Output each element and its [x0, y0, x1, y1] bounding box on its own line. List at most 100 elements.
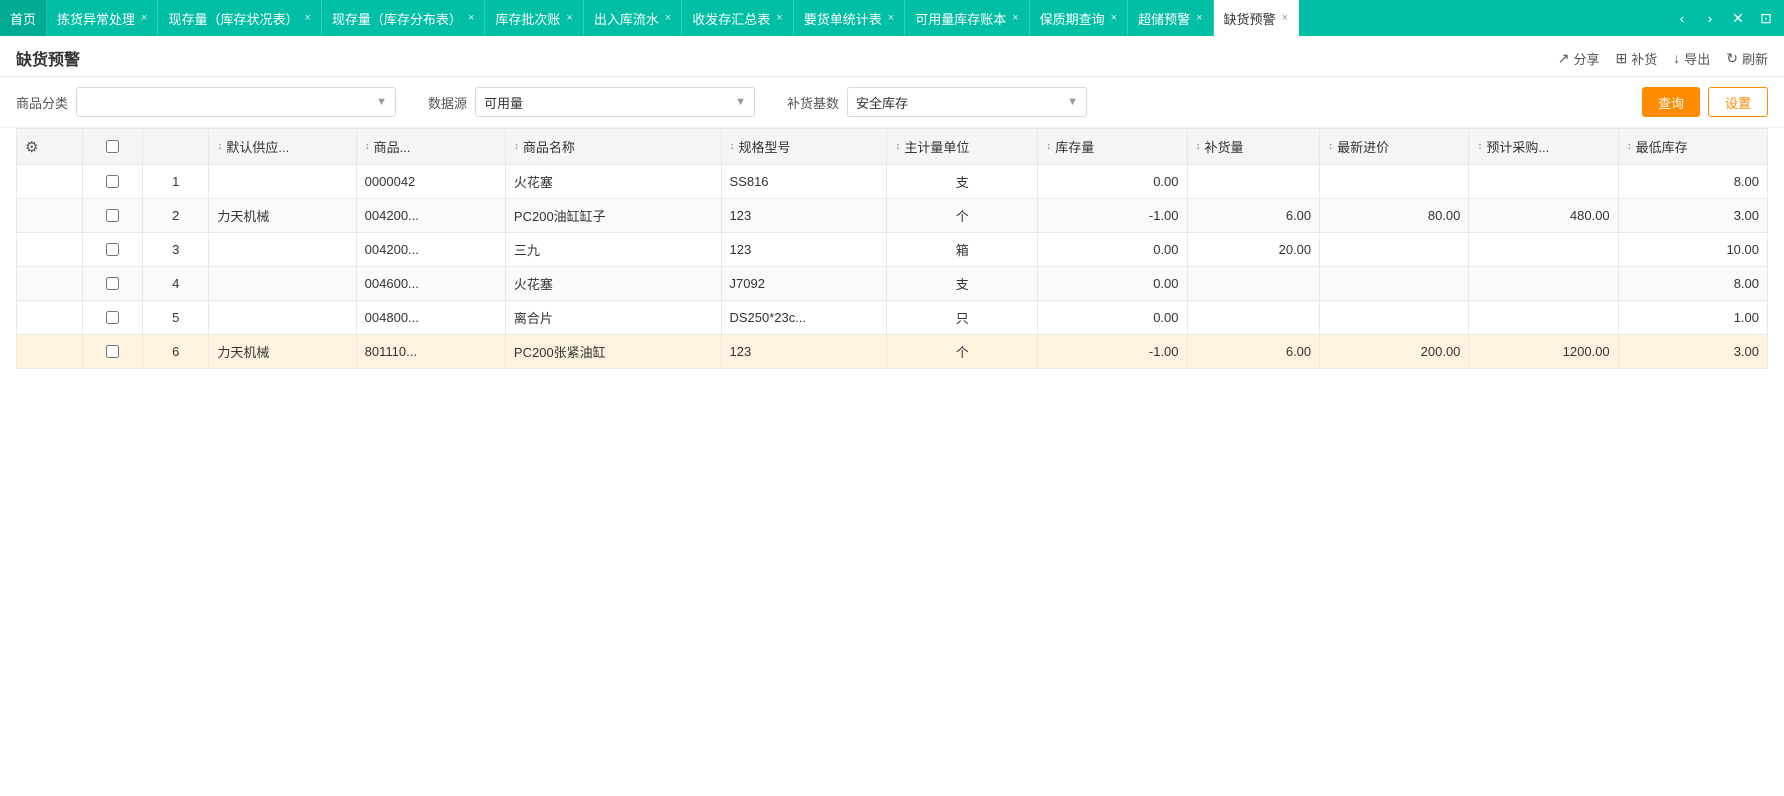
- col-header-min-stock[interactable]: ↕ 最低库存: [1618, 129, 1767, 165]
- refresh-label: 刷新: [1742, 49, 1768, 68]
- nav-tab-home[interactable]: 首页: [0, 0, 47, 36]
- nav-tab-stock1[interactable]: 现存量（库存状况表） ×: [158, 0, 321, 36]
- page-container: 缺货预警 ↗ 分享 ⊞ 补货 ↓ 导出 ↻ 刷新 商品分类: [0, 36, 1784, 796]
- col-header-name[interactable]: ↕ 商品名称: [505, 129, 721, 165]
- table-row: 1 0000042 火花塞 SS816 支 0.00 8.00: [17, 165, 1768, 199]
- col-header-unit[interactable]: ↕ 主计量单位: [887, 129, 1038, 165]
- nav-tab-available-label: 可用量库存账本: [915, 9, 1006, 28]
- row-latest-price-2: [1320, 233, 1469, 267]
- nav-tab-available[interactable]: 可用量库存账本 ×: [905, 0, 1029, 36]
- nav-tab-shortage-close[interactable]: ×: [1282, 12, 1288, 24]
- row-settings-cell: [17, 165, 83, 199]
- datasource-filter-label: 数据源: [428, 93, 467, 112]
- col-header-stock[interactable]: ↕ 库存量: [1038, 129, 1187, 165]
- row-stock-3: 0.00: [1038, 267, 1187, 301]
- row-est-purchase-3: [1469, 267, 1618, 301]
- nav-tab-picking-label: 拣货异常处理: [57, 9, 135, 28]
- row-replenish-0: [1187, 165, 1320, 199]
- col-latest-price-label: 最新进价: [1337, 137, 1389, 156]
- row-latest-price-4: [1320, 301, 1469, 335]
- export-button[interactable]: ↓ 导出: [1673, 49, 1710, 68]
- export-icon: ↓: [1673, 50, 1680, 66]
- col-header-code[interactable]: ↕ 商品...: [356, 129, 505, 165]
- row-check-cell: [83, 301, 143, 335]
- row-code-4: 004800...: [356, 301, 505, 335]
- nav-tab-overstock-label: 超储预警: [1138, 9, 1190, 28]
- table-body: 1 0000042 火花塞 SS816 支 0.00 8.00 2 力天机械 0…: [17, 165, 1768, 369]
- nav-tab-expiry[interactable]: 保质期查询 ×: [1030, 0, 1128, 36]
- nav-tab-overstock-close[interactable]: ×: [1196, 12, 1202, 24]
- nav-tab-overstock[interactable]: 超储预警 ×: [1128, 0, 1213, 36]
- sort-replenish-icon: ↕: [1196, 141, 1201, 152]
- nav-tab-picking-close[interactable]: ×: [141, 12, 147, 24]
- replenish-base-select[interactable]: 安全库存 ▼: [847, 87, 1087, 117]
- nav-tab-flow[interactable]: 出入库流水 ×: [584, 0, 682, 36]
- refresh-icon: ↻: [1726, 50, 1738, 67]
- refresh-button[interactable]: ↻ 刷新: [1726, 49, 1768, 68]
- table-settings-icon[interactable]: ⚙: [25, 139, 38, 156]
- settings-button[interactable]: 设置: [1708, 87, 1768, 117]
- row-min-stock-0: 8.00: [1618, 165, 1767, 199]
- row-min-stock-1: 3.00: [1618, 199, 1767, 233]
- col-header-replenish[interactable]: ↕ 补货量: [1187, 129, 1320, 165]
- row-check-cell: [83, 267, 143, 301]
- nav-tab-summary[interactable]: 收发存汇总表 ×: [682, 0, 793, 36]
- top-navigation: 首页 拣货异常处理 × 现存量（库存状况表） × 现存量（库存分布表） × 库存…: [0, 0, 1784, 36]
- row-checkbox-4[interactable]: [106, 311, 119, 324]
- nav-tab-stock2[interactable]: 现存量（库存分布表） ×: [322, 0, 485, 36]
- row-checkbox-2[interactable]: [106, 243, 119, 256]
- sort-supplier-icon: ↕: [217, 141, 222, 152]
- row-code-1: 004200...: [356, 199, 505, 233]
- row-supplier-1: 力天机械: [209, 199, 356, 233]
- col-header-supplier[interactable]: ↕ 默认供应...: [209, 129, 356, 165]
- nav-tab-stock1-close[interactable]: ×: [304, 12, 310, 24]
- category-select[interactable]: ▼: [76, 87, 396, 117]
- row-settings-cell: [17, 199, 83, 233]
- col-name-label: 商品名称: [523, 137, 575, 156]
- share-button[interactable]: ↗ 分享: [1558, 49, 1600, 68]
- nav-tab-stock2-close[interactable]: ×: [468, 12, 474, 24]
- nav-tab-expiry-close[interactable]: ×: [1111, 12, 1117, 24]
- row-supplier-2: [209, 233, 356, 267]
- row-checkbox-1[interactable]: [106, 209, 119, 222]
- row-checkbox-5[interactable]: [106, 345, 119, 358]
- row-name-3: 火花塞: [505, 267, 721, 301]
- row-name-4: 离合片: [505, 301, 721, 335]
- replenish-base-filter-group: 补货基数 安全库存 ▼: [787, 87, 1087, 117]
- table-header-row: ⚙ ↕ 默认供应...: [17, 129, 1768, 165]
- row-settings-cell: [17, 335, 83, 369]
- nav-fullscreen-button[interactable]: ⊡: [1752, 4, 1780, 32]
- nav-prev-button[interactable]: ‹: [1668, 4, 1696, 32]
- col-header-latest-price[interactable]: ↕ 最新进价: [1320, 129, 1469, 165]
- replenish-button[interactable]: ⊞ 补货: [1615, 49, 1657, 68]
- col-header-spec[interactable]: ↕ 规格型号: [721, 129, 887, 165]
- nav-tab-order-stat[interactable]: 要货单统计表 ×: [794, 0, 905, 36]
- row-checkbox-3[interactable]: [106, 277, 119, 290]
- nav-tab-flow-close[interactable]: ×: [665, 12, 671, 24]
- nav-tab-order-stat-close[interactable]: ×: [888, 12, 894, 24]
- row-latest-price-0: [1320, 165, 1469, 199]
- query-button[interactable]: 查询: [1642, 87, 1700, 117]
- nav-next-button[interactable]: ›: [1696, 4, 1724, 32]
- col-stock-label: 库存量: [1055, 137, 1094, 156]
- nav-tab-stock1-label: 现存量（库存状况表）: [168, 9, 298, 28]
- nav-tab-available-close[interactable]: ×: [1012, 12, 1018, 24]
- row-index-5: 6: [143, 335, 209, 369]
- nav-close-button[interactable]: ✕: [1724, 4, 1752, 32]
- row-check-cell: [83, 199, 143, 233]
- row-check-cell: [83, 335, 143, 369]
- nav-tab-shortage[interactable]: 缺货预警 ×: [1214, 0, 1299, 36]
- filter-buttons: 查询 设置: [1642, 87, 1768, 117]
- datasource-select[interactable]: 可用量 ▼: [475, 87, 755, 117]
- col-spec-label: 规格型号: [739, 137, 791, 156]
- row-spec-1: 123: [721, 199, 887, 233]
- row-est-purchase-0: [1469, 165, 1618, 199]
- row-checkbox-0[interactable]: [106, 175, 119, 188]
- nav-tab-batch[interactable]: 库存批次账 ×: [485, 0, 583, 36]
- nav-tab-home-label: 首页: [10, 9, 36, 28]
- nav-tab-batch-close[interactable]: ×: [566, 12, 572, 24]
- col-header-est-purchase[interactable]: ↕ 预计采购...: [1469, 129, 1618, 165]
- nav-tab-picking[interactable]: 拣货异常处理 ×: [47, 0, 158, 36]
- select-all-checkbox[interactable]: [106, 140, 119, 153]
- nav-tab-summary-close[interactable]: ×: [776, 12, 782, 24]
